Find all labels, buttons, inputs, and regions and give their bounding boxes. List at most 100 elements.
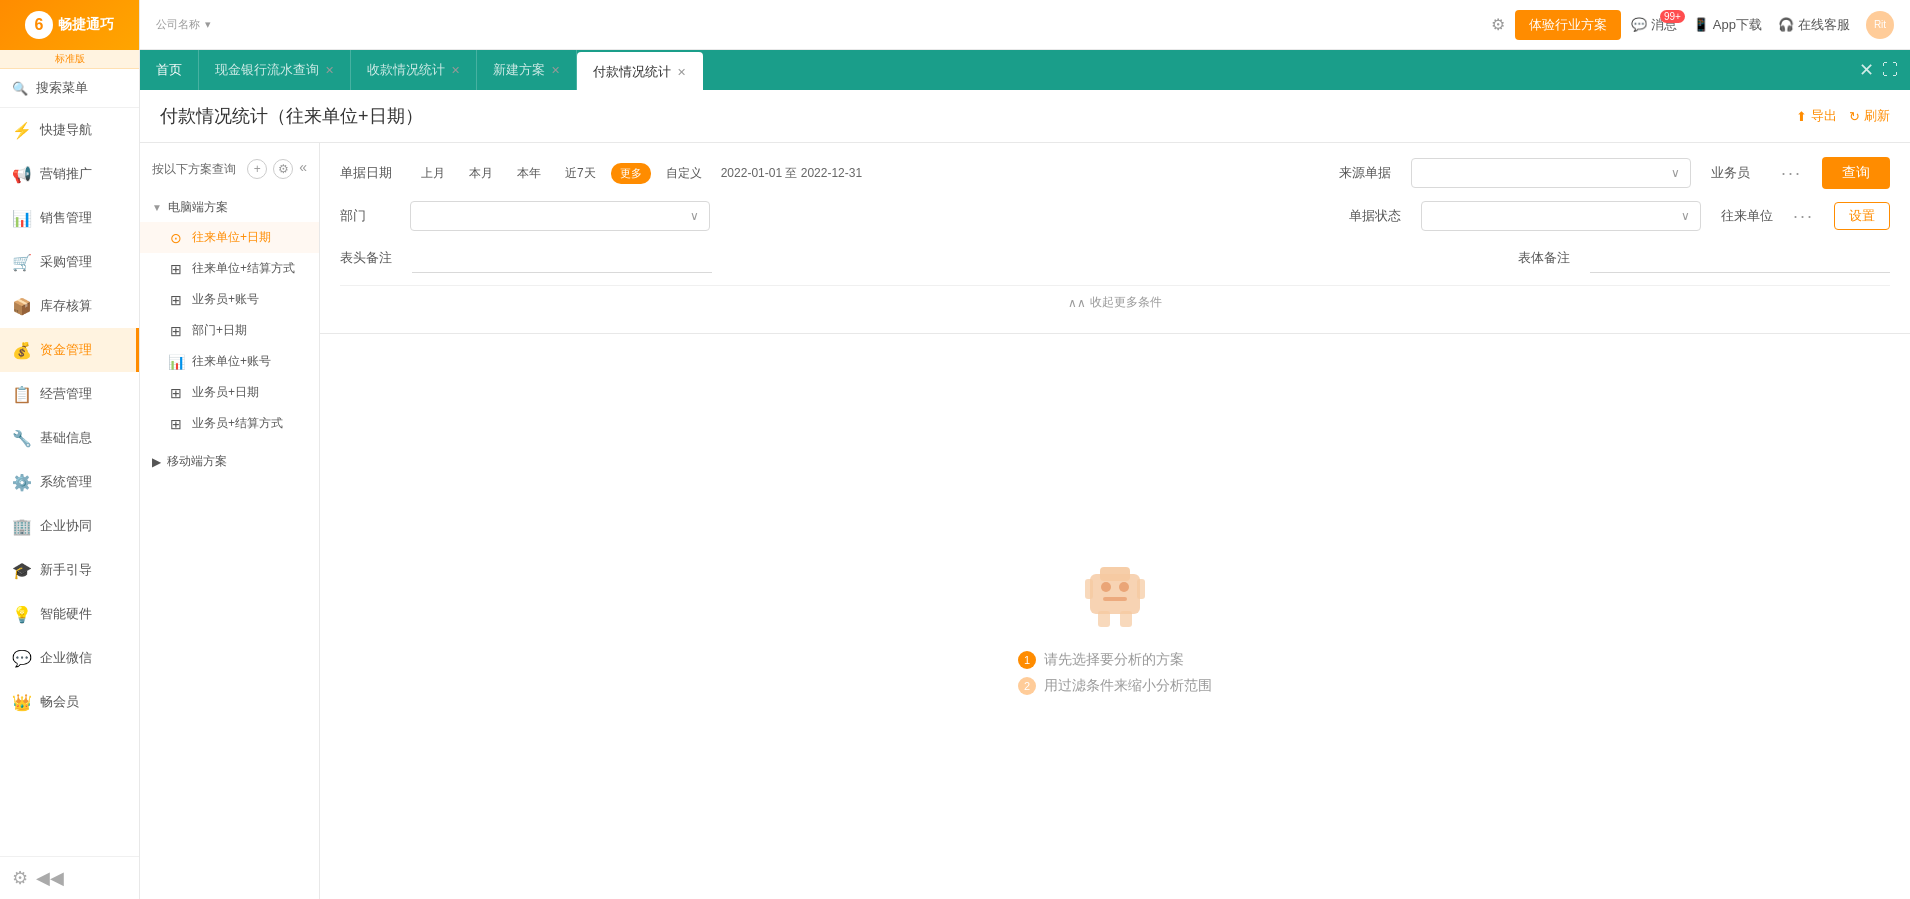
query-button[interactable]: 查询 <box>1822 157 1890 189</box>
refresh-icon: ↻ <box>1849 109 1860 124</box>
collapse-sidebar-icon[interactable]: ◀◀ <box>36 867 64 889</box>
sidebar-item-quick-nav[interactable]: ⚡ 快捷导航 <box>0 108 139 152</box>
sidebar-item-sales[interactable]: 📊 销售管理 <box>0 196 139 240</box>
sidebar-item-label: 营销推广 <box>40 165 92 183</box>
sidebar-item-basic[interactable]: 🔧 基础信息 <box>0 416 139 460</box>
scheme-settings-button[interactable]: ⚙ <box>273 159 293 179</box>
date-range-display: 2022-01-01 至 2022-12-31 <box>721 165 862 182</box>
tabbar-expand-icon[interactable]: ⛶ <box>1882 61 1898 79</box>
topbar-messages[interactable]: 💬 消息 99+ <box>1631 16 1677 34</box>
svg-rect-5 <box>1085 579 1093 599</box>
tab-bank-flow-close[interactable]: ✕ <box>325 64 334 77</box>
scheme-dept-date[interactable]: ⊞ 部门+日期 <box>140 315 319 346</box>
tab-new-scheme-close[interactable]: ✕ <box>551 64 560 77</box>
staff-more-btn[interactable]: ··· <box>1781 163 1802 184</box>
header-note-label: 表头备注 <box>340 249 392 267</box>
settings-button[interactable]: 设置 <box>1834 202 1890 230</box>
sidebar-bottom: ⚙ ◀◀ <box>0 856 139 899</box>
search-icon: 🔍 <box>12 81 28 96</box>
date-last-month[interactable]: 上月 <box>412 162 454 185</box>
sidebar: 6 畅捷通巧 标准版 🔍 搜索菜单 ⚡ 快捷导航 📢 营销推广 📊 销售管理 🛒… <box>0 0 140 899</box>
scheme-partner-settle[interactable]: ⊞ 往来单位+结算方式 <box>140 253 319 284</box>
topbar-settings-icon[interactable]: ⚙ <box>1491 15 1505 34</box>
trial-button[interactable]: 体验行业方案 <box>1515 10 1621 40</box>
scheme-staff-account[interactable]: ⊞ 业务员+账号 <box>140 284 319 315</box>
tab-collection-close[interactable]: ✕ <box>451 64 460 77</box>
mobile-arrow-icon: ▶ <box>152 455 161 469</box>
sidebar-item-label: 畅会员 <box>40 693 79 711</box>
sidebar-item-smart-hw[interactable]: 💡 智能硬件 <box>0 592 139 636</box>
company-dropdown-icon[interactable]: ▾ <box>205 18 211 31</box>
filter-area: 单据日期 上月 本月 本年 近7天 更多 自定义 2022-01-01 至 20… <box>320 143 1910 334</box>
sidebar-item-purchase[interactable]: 🛒 采购管理 <box>0 240 139 284</box>
source-label: 来源单据 <box>1339 164 1391 182</box>
svg-rect-7 <box>1098 611 1110 627</box>
export-button[interactable]: ⬆ 导出 <box>1796 107 1837 125</box>
step1-circle: 1 <box>1018 651 1036 669</box>
doc-status-select[interactable]: ∨ <box>1421 201 1701 231</box>
tab-payment[interactable]: 付款情况统计 ✕ <box>577 52 703 92</box>
filter-panel: 按以下方案查询 + ⚙ « ▼ 电脑端方案 ⊙ 往来单位+日期 <box>140 143 320 899</box>
date-custom[interactable]: 自定义 <box>657 162 711 185</box>
topbar-service[interactable]: 🎧 在线客服 <box>1778 16 1850 34</box>
sidebar-item-newbie[interactable]: 🎓 新手引导 <box>0 548 139 592</box>
sidebar-item-member[interactable]: 👑 畅会员 <box>0 680 139 724</box>
date-this-year[interactable]: 本年 <box>508 162 550 185</box>
tab-payment-close[interactable]: ✕ <box>677 66 686 79</box>
scheme-staff-settle[interactable]: ⊞ 业务员+结算方式 <box>140 408 319 439</box>
date-this-month[interactable]: 本月 <box>460 162 502 185</box>
source-select[interactable]: ∨ <box>1411 158 1691 188</box>
tabbar-close-all-icon[interactable]: ✕ <box>1859 59 1874 81</box>
mobile-group-header[interactable]: ▶ 移动端方案 <box>140 447 319 476</box>
filter-row-1: 单据日期 上月 本月 本年 近7天 更多 自定义 2022-01-01 至 20… <box>340 157 1890 189</box>
scheme-staff-account-label: 业务员+账号 <box>192 291 259 308</box>
dept-select[interactable]: ∨ <box>410 201 710 231</box>
sidebar-item-label: 系统管理 <box>40 473 92 491</box>
sidebar-item-corp-wechat[interactable]: 💬 企业微信 <box>0 636 139 680</box>
sidebar-search[interactable]: 🔍 搜索菜单 <box>0 69 139 108</box>
sidebar-item-inventory[interactable]: 📦 库存核算 <box>0 284 139 328</box>
date-last-7-days[interactable]: 近7天 <box>556 162 605 185</box>
user-avatar[interactable]: Rit <box>1866 11 1894 39</box>
doc-status-chevron-icon: ∨ <box>1681 209 1690 223</box>
scheme-partner-account-icon: 📊 <box>168 354 184 370</box>
sidebar-item-label: 企业协同 <box>40 517 92 535</box>
sidebar-item-finance[interactable]: 💰 资金管理 <box>0 328 139 372</box>
body-note-input[interactable] <box>1590 243 1890 273</box>
date-more[interactable]: 更多 <box>611 163 651 184</box>
scheme-staff-date[interactable]: ⊞ 业务员+日期 <box>140 377 319 408</box>
settings-bottom-icon[interactable]: ⚙ <box>12 867 28 889</box>
tab-home[interactable]: 首页 <box>140 50 199 90</box>
sidebar-item-marketing[interactable]: 📢 营销推广 <box>0 152 139 196</box>
date-options: 上月 本月 本年 近7天 更多 自定义 2022-01-01 至 2022-12… <box>412 162 862 185</box>
tab-bank-flow[interactable]: 现金银行流水查询 ✕ <box>199 50 351 90</box>
desktop-group-header[interactable]: ▼ 电脑端方案 <box>140 193 319 222</box>
empty-step2: 2 用过滤条件来缩小分析范围 <box>1018 677 1212 695</box>
collapse-panel-icon[interactable]: « <box>299 159 307 179</box>
tab-bank-flow-label: 现金银行流水查询 <box>215 61 319 79</box>
newbie-icon: 🎓 <box>12 560 32 580</box>
tab-collection[interactable]: 收款情况统计 ✕ <box>351 50 477 90</box>
main-area: 公司名称 ▾ ⚙ 体验行业方案 💬 消息 99+ 📱 App下载 🎧 在线客服 … <box>140 0 1910 899</box>
add-scheme-button[interactable]: + <box>247 159 267 179</box>
sidebar-item-label: 企业微信 <box>40 649 92 667</box>
scheme-partner-date[interactable]: ⊙ 往来单位+日期 <box>140 222 319 253</box>
topbar-app-download[interactable]: 📱 App下载 <box>1693 16 1762 34</box>
sidebar-item-label: 快捷导航 <box>40 121 92 139</box>
refresh-button[interactable]: ↻ 刷新 <box>1849 107 1890 125</box>
empty-step1: 1 请先选择要分析的方案 <box>1018 651 1212 669</box>
desktop-group-label: 电脑端方案 <box>168 199 228 216</box>
service-icon: 🎧 <box>1778 17 1794 32</box>
sidebar-item-operations[interactable]: 📋 经营管理 <box>0 372 139 416</box>
system-icon: ⚙️ <box>12 472 32 492</box>
tab-new-scheme[interactable]: 新建方案 ✕ <box>477 50 577 90</box>
scheme-partner-account[interactable]: 📊 往来单位+账号 <box>140 346 319 377</box>
header-note-input[interactable] <box>412 243 712 273</box>
messages-badge: 99+ <box>1660 10 1685 23</box>
svg-rect-8 <box>1120 611 1132 627</box>
collapse-more-btn[interactable]: ∧∧ 收起更多条件 <box>340 285 1890 319</box>
staff-label: 业务员 <box>1711 164 1761 182</box>
sidebar-item-corp[interactable]: 🏢 企业协同 <box>0 504 139 548</box>
sidebar-item-system[interactable]: ⚙️ 系统管理 <box>0 460 139 504</box>
partner-more-btn[interactable]: ··· <box>1793 206 1814 227</box>
